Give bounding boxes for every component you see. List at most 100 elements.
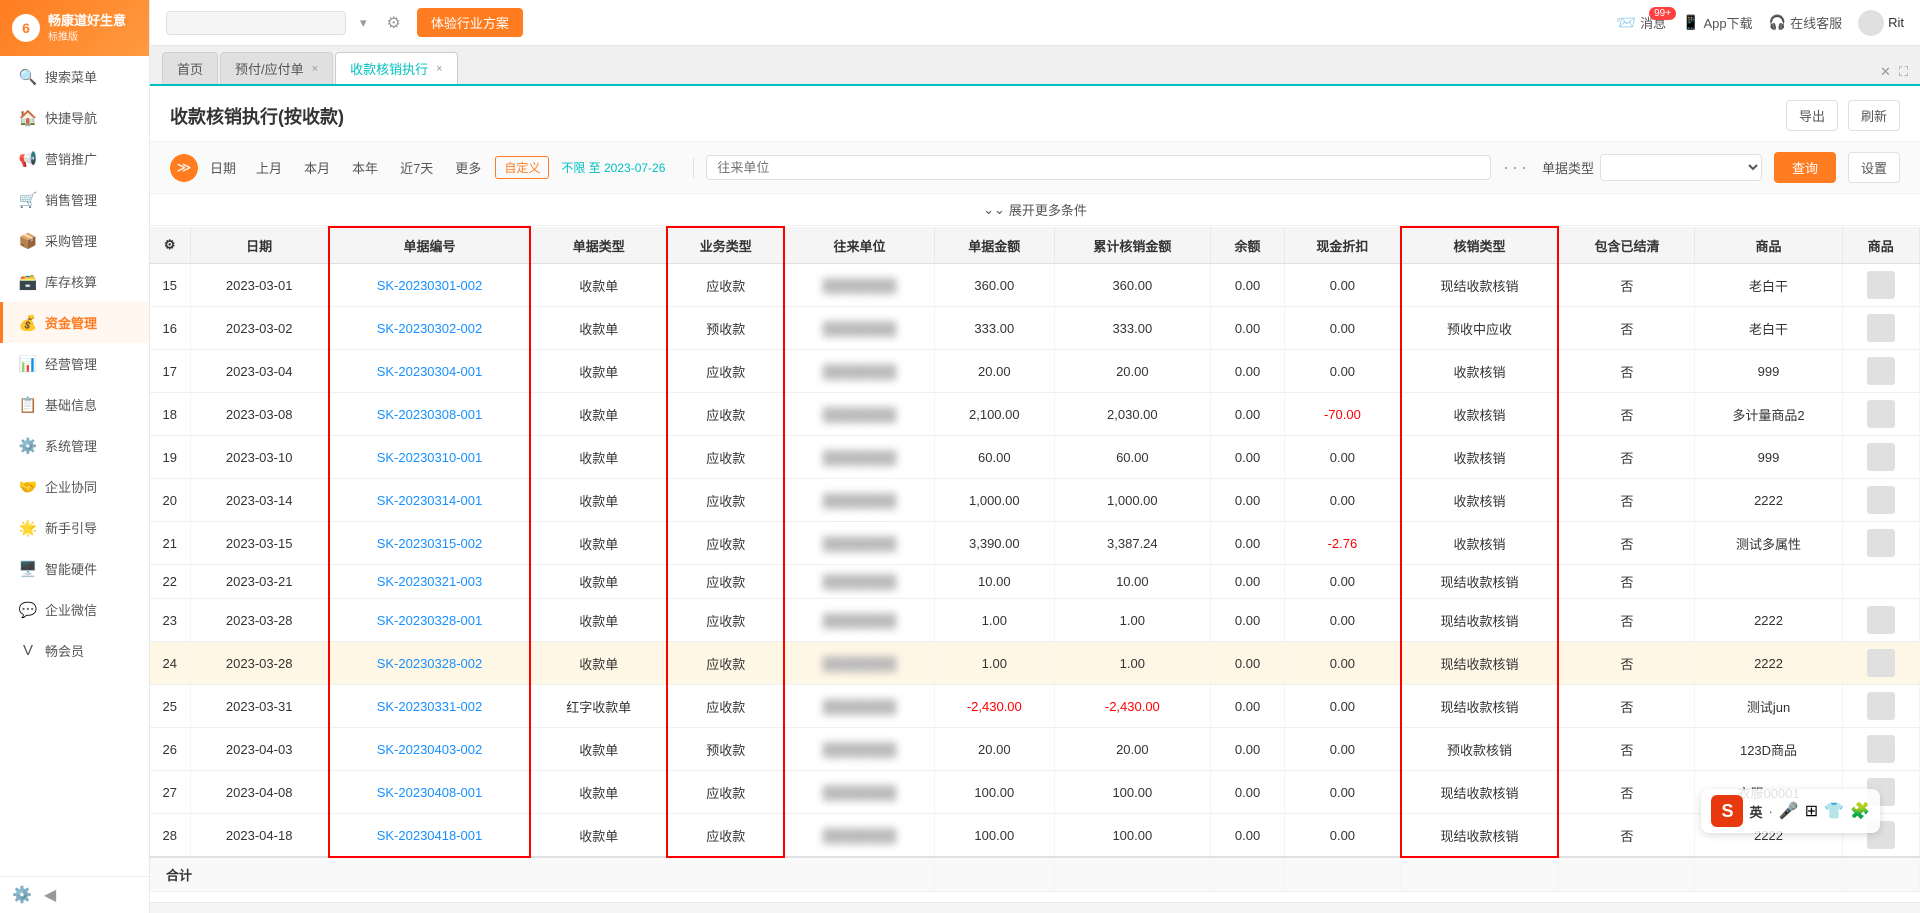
sidebar-item-quick-nav[interactable]: 🏠快捷导航 (0, 97, 149, 138)
sidebar-label-guide: 新手引导 (45, 518, 97, 537)
sidebar-item-basic[interactable]: 📋基础信息 (0, 384, 149, 425)
cell-docno[interactable]: SK-20230310-001 (329, 436, 530, 479)
cell-incsettled: 否 (1558, 565, 1695, 599)
cell-goods: 老白干 (1695, 307, 1842, 350)
sidebar-item-marketing[interactable]: 📢营销推广 (0, 138, 149, 179)
cell-biztype: 应收款 (667, 642, 784, 685)
cell-docno[interactable]: SK-20230328-001 (329, 599, 530, 642)
topbar-user[interactable]: Rit (1858, 10, 1904, 36)
cell-docno[interactable]: SK-20230301-002 (329, 264, 530, 307)
filter-date-this-year[interactable]: 本年 (344, 155, 386, 180)
table-footer-scroll[interactable] (150, 902, 1920, 913)
service-icon: 🎧 (1769, 14, 1786, 31)
cell-incsettled: 否 (1558, 264, 1695, 307)
topbar-online-service[interactable]: 🎧 在线客服 (1769, 13, 1842, 32)
cell-docno[interactable]: SK-20230418-001 (329, 814, 530, 858)
topbar-search-input[interactable] (166, 11, 346, 35)
cell-no: 24 (150, 642, 190, 685)
sidebar-label-member: 畅会员 (45, 641, 84, 660)
cell-date: 2023-03-21 (190, 565, 329, 599)
cell-date: 2023-03-28 (190, 599, 329, 642)
tab-prepay-close-icon[interactable]: × (312, 63, 318, 75)
tab-collection[interactable]: 收款核销执行 × (335, 52, 457, 84)
tab-expand-icon[interactable]: ⛶ (1899, 64, 1908, 80)
cell-biztype: 应收款 (667, 599, 784, 642)
cell-biztype: 应收款 (667, 685, 784, 728)
sidebar-nav: 🔍搜索菜单🏠快捷导航📢营销推广🛒销售管理📦采购管理🗃️库存核算💰资金管理📊经营管… (0, 56, 149, 876)
cell-canceltype: 收款核销 (1401, 522, 1559, 565)
cell-doctype: 收款单 (530, 771, 667, 814)
sidebar-item-sales[interactable]: 🛒销售管理 (0, 179, 149, 220)
cell-goods: 多计量商品2 (1695, 393, 1842, 436)
solution-button[interactable]: 体验行业方案 (417, 8, 523, 37)
table-row: 26 2023-04-03 SK-20230403-002 收款单 预收款 ██… (150, 728, 1920, 771)
filter-partner-input[interactable] (706, 155, 1491, 180)
total-cumcancel (1054, 857, 1210, 892)
sidebar-item-wechat[interactable]: 💬企业微信 (0, 589, 149, 630)
filter-settings-button[interactable]: 设置 (1848, 152, 1900, 183)
cell-biztype: 应收款 (667, 814, 784, 858)
cell-docno[interactable]: SK-20230304-001 (329, 350, 530, 393)
filter-date-7days[interactable]: 近7天 (392, 155, 441, 180)
table-row: 22 2023-03-21 SK-20230321-003 收款单 应收款 ██… (150, 565, 1920, 599)
sidebar-settings-icon[interactable]: ⚙️ (12, 885, 32, 905)
filter-date-this-month[interactable]: 本月 (296, 155, 338, 180)
filter-type-select[interactable] (1600, 154, 1762, 181)
sidebar-item-member[interactable]: V畅会员 (0, 630, 149, 671)
sidebar-item-finance[interactable]: 💰资金管理 (0, 302, 149, 343)
topbar-message[interactable]: 📨 消息 99+ (1616, 13, 1666, 33)
sidebar-item-business[interactable]: 📊经营管理 (0, 343, 149, 384)
filter-expand-bar[interactable]: ⌄⌄ 展开更多条件 (150, 194, 1920, 226)
tab-prepay[interactable]: 预付/应付单 × (220, 52, 333, 84)
cell-docno[interactable]: SK-20230315-002 (329, 522, 530, 565)
filter-date-more[interactable]: 更多 (447, 155, 489, 180)
cell-doctype: 收款单 (530, 479, 667, 522)
cell-docno[interactable]: SK-20230403-002 (329, 728, 530, 771)
cell-docno[interactable]: SK-20230328-002 (329, 642, 530, 685)
sidebar-icon-inventory: 🗃️ (19, 273, 37, 291)
cell-cumcancel: 360.00 (1054, 264, 1210, 307)
cell-biztype: 应收款 (667, 522, 784, 565)
sidebar-item-guide[interactable]: 🌟 新手引导 (0, 507, 149, 548)
cell-docno[interactable]: SK-20230308-001 (329, 393, 530, 436)
filter-custom-button[interactable]: 自定义 (495, 156, 549, 179)
topbar-gear-icon[interactable]: ⚙ (387, 13, 401, 33)
cell-date: 2023-03-04 (190, 350, 329, 393)
sidebar-icon-guide: 🌟 (19, 519, 37, 537)
sidebar-item-enterprise[interactable]: 🤝企业协同 (0, 466, 149, 507)
cell-no: 22 (150, 565, 190, 599)
user-name: Rit (1888, 15, 1904, 30)
export-button[interactable]: 导出 (1786, 100, 1838, 131)
topbar-app-download[interactable]: 📱 App下载 (1682, 13, 1753, 32)
cell-docno[interactable]: SK-20230302-002 (329, 307, 530, 350)
cell-goods: 999 (1695, 436, 1842, 479)
tab-collection-close-icon[interactable]: × (436, 63, 442, 75)
col-biztype-header: 业务类型 (667, 227, 784, 264)
cell-docno[interactable]: SK-20230408-001 (329, 771, 530, 814)
sidebar-item-purchase[interactable]: 📦采购管理 (0, 220, 149, 261)
cell-cumcancel: -2,430.00 (1054, 685, 1210, 728)
sidebar-collapse-icon[interactable]: ◀ (44, 885, 56, 905)
filter-toggle-button[interactable]: ≫ (170, 154, 198, 182)
cell-partner: ████████ (784, 264, 934, 307)
sidebar-item-search[interactable]: 🔍搜索菜单 (0, 56, 149, 97)
cell-docno[interactable]: SK-20230321-003 (329, 565, 530, 599)
filter-query-button[interactable]: 查询 (1774, 152, 1836, 183)
cell-doctype: 收款单 (530, 350, 667, 393)
filter-date-last-month[interactable]: 上月 (248, 155, 290, 180)
col-settings-header[interactable]: ⚙ (150, 227, 190, 264)
cell-incsettled: 否 (1558, 771, 1695, 814)
tab-home[interactable]: 首页 (162, 52, 218, 84)
cell-docno[interactable]: SK-20230314-001 (329, 479, 530, 522)
sidebar-item-system[interactable]: ⚙️系统管理 (0, 425, 149, 466)
cell-cumcancel: 100.00 (1054, 814, 1210, 858)
sidebar-item-hardware[interactable]: 🖥️智能硬件 (0, 548, 149, 589)
cell-cashdisc: -70.00 (1285, 393, 1401, 436)
cell-incsettled: 否 (1558, 685, 1695, 728)
cell-balance: 0.00 (1210, 685, 1284, 728)
cell-docno[interactable]: SK-20230331-002 (329, 685, 530, 728)
tab-close-all-icon[interactable]: ✕ (1880, 64, 1891, 80)
total-balance (1210, 857, 1284, 892)
sidebar-item-inventory[interactable]: 🗃️库存核算 (0, 261, 149, 302)
refresh-button[interactable]: 刷新 (1848, 100, 1900, 131)
